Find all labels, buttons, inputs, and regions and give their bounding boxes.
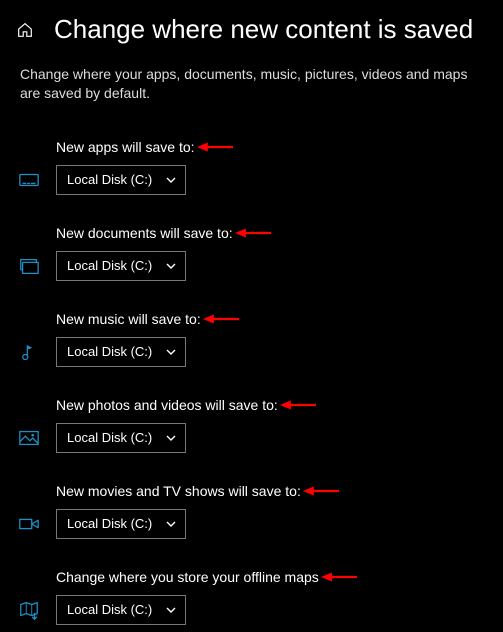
home-icon[interactable] [16, 21, 34, 39]
apps-location-select[interactable]: Local Disk (C:) [56, 165, 186, 195]
video-icon [18, 513, 40, 535]
chevron-down-icon [165, 432, 177, 444]
pointer-arrow-icon [203, 313, 239, 325]
section-label: New movies and TV shows will save to: [56, 483, 301, 499]
section-label: New apps will save to: [56, 139, 195, 155]
dropdown-value: Local Disk (C:) [67, 172, 152, 187]
documents-location-select[interactable]: Local Disk (C:) [56, 251, 186, 281]
section-label: New documents will save to: [56, 225, 233, 241]
pointer-arrow-icon [235, 227, 271, 239]
save-section-apps: New apps will save to: Local Disk (C:) [0, 109, 503, 195]
photos-location-select[interactable]: Local Disk (C:) [56, 423, 186, 453]
dropdown-value: Local Disk (C:) [67, 344, 152, 359]
page-subtitle: Change where your apps, documents, music… [0, 51, 503, 109]
pointer-arrow-icon [197, 141, 233, 153]
pointer-arrow-icon [321, 571, 357, 583]
dropdown-value: Local Disk (C:) [67, 602, 152, 617]
app-icon [18, 169, 40, 191]
save-section-music: New music will save to: Local Disk (C:) [0, 281, 503, 367]
save-section-maps: Change where you store your offline maps… [0, 539, 503, 625]
music-icon [18, 341, 40, 363]
chevron-down-icon [165, 174, 177, 186]
pointer-arrow-icon [280, 399, 316, 411]
dropdown-value: Local Disk (C:) [67, 516, 152, 531]
section-label: New music will save to: [56, 311, 201, 327]
map-icon [18, 599, 40, 621]
dropdown-value: Local Disk (C:) [67, 258, 152, 273]
document-icon [18, 255, 40, 277]
page-title: Change where new content is saved [54, 14, 473, 45]
section-label: New photos and videos will save to: [56, 397, 278, 413]
chevron-down-icon [165, 604, 177, 616]
save-section-documents: New documents will save to: Local Disk (… [0, 195, 503, 281]
chevron-down-icon [165, 518, 177, 530]
chevron-down-icon [165, 260, 177, 272]
chevron-down-icon [165, 346, 177, 358]
save-section-movies: New movies and TV shows will save to: Lo… [0, 453, 503, 539]
maps-location-select[interactable]: Local Disk (C:) [56, 595, 186, 625]
movies-location-select[interactable]: Local Disk (C:) [56, 509, 186, 539]
dropdown-value: Local Disk (C:) [67, 430, 152, 445]
save-section-photos: New photos and videos will save to: Loca… [0, 367, 503, 453]
music-location-select[interactable]: Local Disk (C:) [56, 337, 186, 367]
pointer-arrow-icon [303, 485, 339, 497]
photo-icon [18, 427, 40, 449]
section-label: Change where you store your offline maps [56, 569, 319, 585]
